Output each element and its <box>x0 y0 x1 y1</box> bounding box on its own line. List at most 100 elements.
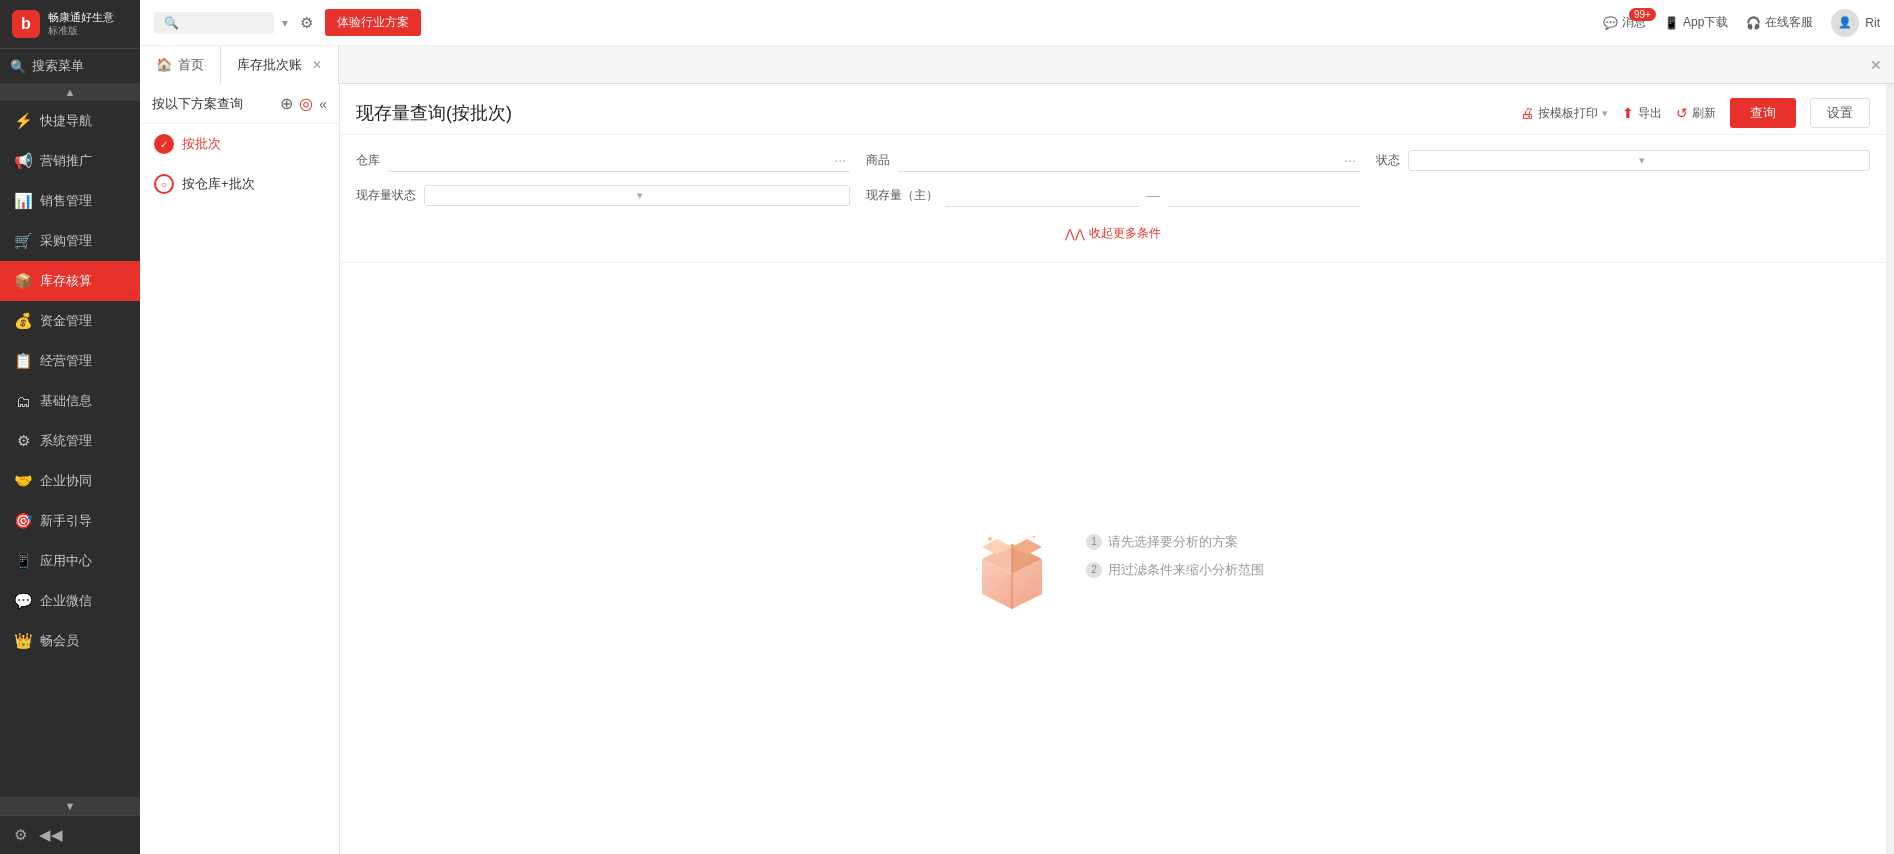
stock-quantity-label: 现存量（主） <box>866 187 938 204</box>
sidebar-item-inventory[interactable]: 📦 库存核算 <box>0 261 140 301</box>
topbar-search-box[interactable]: 🔍 <box>154 12 274 34</box>
product-more-icon[interactable]: ··· <box>1340 152 1360 168</box>
empty-hint-1: 1 请先选择要分析的方案 <box>1086 533 1264 551</box>
messages-badge: 99+ <box>1629 8 1656 21</box>
export-button[interactable]: ⬆ 导出 <box>1622 105 1662 122</box>
schema-item-warehouse-batch[interactable]: ○ 按仓库+批次 <box>140 164 339 204</box>
stock-status-select[interactable]: ▾ <box>424 185 850 206</box>
tab-close-icon[interactable]: ✕ <box>312 58 322 72</box>
inventory-icon: 📦 <box>14 272 32 290</box>
app-version: 标准版 <box>48 24 114 38</box>
topbar-dropdown-icon[interactable]: ▾ <box>282 16 288 30</box>
right-panel: 现存量查询(按批次) 🖨 按模板打印 ▾ ⬆ 导出 ↺ 刷新 <box>340 84 1886 854</box>
sidebar-item-purchase[interactable]: 🛒 采购管理 <box>0 221 140 261</box>
member-icon: 👑 <box>14 632 32 650</box>
warehouse-more-icon[interactable]: ··· <box>830 152 850 168</box>
settings-icon[interactable]: ⚙ <box>14 826 27 844</box>
sidebar-item-marketing[interactable]: 📢 营销推广 <box>0 141 140 181</box>
add-schema-icon[interactable]: ⊕ <box>280 94 293 113</box>
app-download-button[interactable]: 📱 App下载 <box>1664 14 1728 31</box>
stock-quantity-to-input[interactable] <box>1168 184 1361 206</box>
topbar-gear-icon[interactable]: ⚙ <box>296 10 317 36</box>
tab-inventory-batch[interactable]: 库存批次账 ✕ <box>221 46 339 84</box>
refresh-button[interactable]: ↺ 刷新 <box>1676 105 1716 122</box>
logo-icon: b <box>12 10 40 38</box>
collapse-filters-btn[interactable]: ⋀⋀ 收起更多条件 <box>356 219 1870 248</box>
warehouse-label: 仓库 <box>356 152 380 169</box>
sidebar-item-label: 经营管理 <box>40 352 92 370</box>
tab-home-label: 首页 <box>178 56 204 74</box>
print-button[interactable]: 🖨 按模板打印 ▾ <box>1520 105 1608 122</box>
sidebar-item-wechat[interactable]: 💬 企业微信 <box>0 581 140 621</box>
marketing-icon: 📢 <box>14 152 32 170</box>
sidebar-item-basic[interactable]: 🗂 基础信息 <box>0 381 140 421</box>
print-icon: 🖨 <box>1520 105 1534 121</box>
sidebar-item-label: 系统管理 <box>40 432 92 450</box>
stock-status-dropdown-icon: ▾ <box>637 189 841 202</box>
schema-settings-icon[interactable]: ◎ <box>299 94 313 113</box>
sidebar-item-label: 营销推广 <box>40 152 92 170</box>
user-area[interactable]: 👤 Rit <box>1831 9 1880 37</box>
refresh-label: 刷新 <box>1692 105 1716 122</box>
online-service-label: 在线客服 <box>1765 14 1813 31</box>
topbar: 🔍 ▾ ⚙ 体验行业方案 💬 消息 99+ 📱 App下载 🎧 在线客服 � <box>140 0 1894 46</box>
schema-warehouse-batch-icon: ○ <box>154 174 174 194</box>
finance-icon: 💰 <box>14 312 32 330</box>
empty-hints: 1 请先选择要分析的方案 2 用过滤条件来缩小分析范围 <box>1086 533 1264 585</box>
product-label: 商品 <box>866 152 890 169</box>
messages-button[interactable]: 💬 消息 99+ <box>1603 14 1646 31</box>
filter-status: 状态 ▾ <box>1376 150 1870 171</box>
product-input[interactable] <box>898 149 1340 171</box>
sidebar-search[interactable]: 🔍 搜索菜单 <box>0 49 140 83</box>
svg-point-7 <box>1033 535 1036 538</box>
sidebar-scroll-down[interactable]: ▼ <box>0 797 140 815</box>
filter-row-1: 仓库 ··· 商品 ··· <box>356 149 1870 172</box>
topbar-search-icon: 🔍 <box>164 16 179 30</box>
product-input-wrap: ··· <box>898 149 1360 172</box>
collapse-label: 收起更多条件 <box>1089 225 1161 242</box>
collapse-panel-icon[interactable]: « <box>319 96 327 112</box>
username: Rit <box>1865 16 1880 30</box>
sidebar-item-member[interactable]: 👑 畅会员 <box>0 621 140 661</box>
avatar-placeholder: 👤 <box>1838 16 1852 29</box>
right-scrollbar[interactable] <box>1886 84 1894 854</box>
filter-stock-quantity: 现存量（主） — <box>866 184 1360 207</box>
schema-item-batch[interactable]: ✓ 按批次 <box>140 124 339 164</box>
sidebar-item-label: 快捷导航 <box>40 112 92 130</box>
sidebar-item-appstore[interactable]: 📱 应用中心 <box>0 541 140 581</box>
page-title-bar: 现存量查询(按批次) 🖨 按模板打印 ▾ ⬆ 导出 ↺ 刷新 <box>340 84 1886 135</box>
filter-stock-status: 现存量状态 ▾ <box>356 185 850 206</box>
sidebar-search-label: 搜索菜单 <box>32 57 84 75</box>
collapse-up-icon: ⋀⋀ <box>1065 227 1085 241</box>
sidebar-scroll-up[interactable]: ▲ <box>0 83 140 101</box>
sidebar-item-label: 畅会员 <box>40 632 79 650</box>
sidebar-item-label: 库存核算 <box>40 272 92 290</box>
messages-icon: 💬 <box>1603 16 1618 30</box>
avatar: 👤 <box>1831 9 1859 37</box>
warehouse-input[interactable] <box>388 149 830 171</box>
query-button[interactable]: 查询 <box>1730 98 1796 128</box>
app-name: 畅康通好生意 <box>48 10 114 24</box>
sidebar-item-ops[interactable]: 📋 经营管理 <box>0 341 140 381</box>
sidebar-item-label: 基础信息 <box>40 392 92 410</box>
sidebar-item-enterprise[interactable]: 🤝 企业协同 <box>0 461 140 501</box>
export-icon: ⬆ <box>1622 105 1634 121</box>
content-area: 按以下方案查询 ⊕ ◎ « ✓ 按批次 ○ 按仓库+批次 现存量查询(按批次) <box>140 84 1894 854</box>
sidebar-item-label: 销售管理 <box>40 192 92 210</box>
newbie-icon: 🎯 <box>14 512 32 530</box>
tab-home[interactable]: 🏠 首页 <box>140 46 221 84</box>
collapse-icon[interactable]: ◀◀ <box>39 826 63 844</box>
status-select[interactable]: ▾ <box>1408 150 1870 171</box>
print-dropdown-icon[interactable]: ▾ <box>1602 107 1608 120</box>
sidebar-item-label: 资金管理 <box>40 312 92 330</box>
settings-button[interactable]: 设置 <box>1810 98 1870 128</box>
sidebar-item-finance[interactable]: 💰 资金管理 <box>0 301 140 341</box>
sidebar-item-sales[interactable]: 📊 销售管理 <box>0 181 140 221</box>
stock-quantity-from-input[interactable] <box>946 184 1139 206</box>
sidebar-item-label: 企业微信 <box>40 592 92 610</box>
online-service-button[interactable]: 🎧 在线客服 <box>1746 14 1813 31</box>
sidebar-item-newbie[interactable]: 🎯 新手引导 <box>0 501 140 541</box>
sidebar-item-system[interactable]: ⚙ 系统管理 <box>0 421 140 461</box>
sidebar-item-quick-nav[interactable]: ⚡ 快捷导航 <box>0 101 140 141</box>
experience-button[interactable]: 体验行业方案 <box>325 9 421 36</box>
